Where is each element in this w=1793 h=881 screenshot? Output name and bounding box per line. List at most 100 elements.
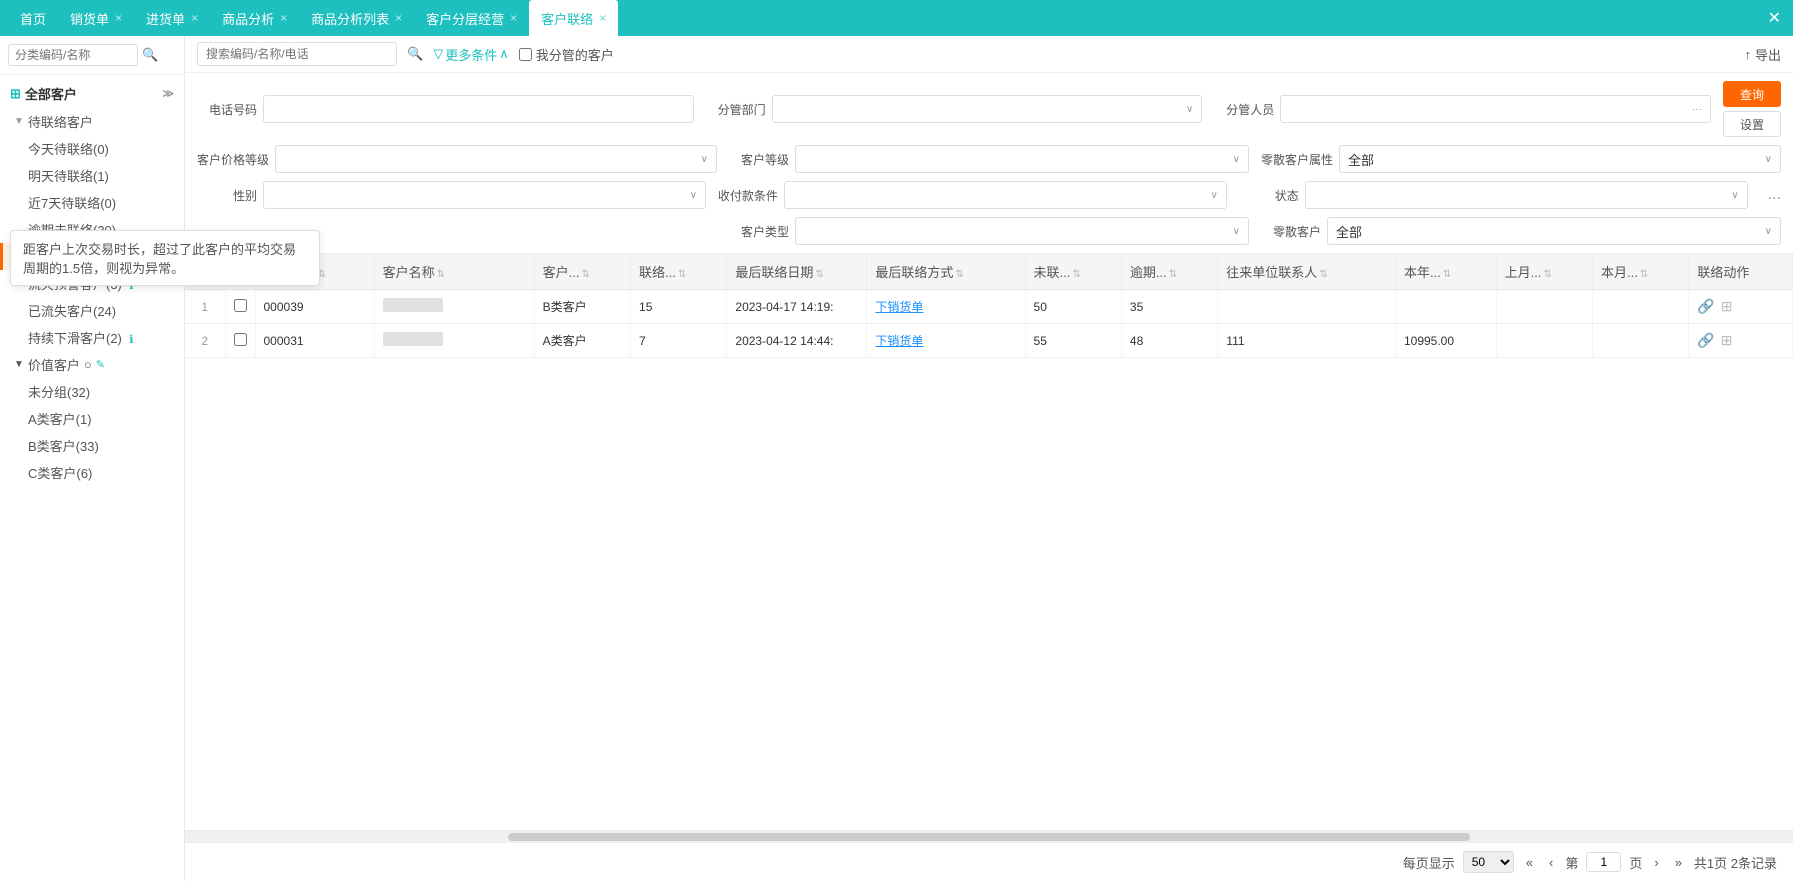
window-close-icon[interactable]: ✕ [1768,8,1781,28]
customer-level-select[interactable]: ∨ [795,145,1249,173]
circle-icon: ○ [84,357,92,372]
first-page-button[interactable]: « [1522,853,1537,872]
retail-attr-select[interactable]: 全部 ∨ [1339,145,1781,173]
last-page-button[interactable]: » [1671,853,1686,872]
person-select[interactable]: ··· [1280,95,1711,123]
sort-method-icon[interactable]: ⇅ [955,269,963,280]
my-customers-checkbox-label[interactable]: 我分管的客户 [519,45,614,64]
row-2-checkbox[interactable] [225,324,255,358]
row-2-code: 000031 [255,324,374,358]
sidebar-item-c-class[interactable]: C类客户(6) [0,459,184,486]
retail-customer-select[interactable]: 全部 ∨ [1327,217,1781,245]
nav-product-analysis-list[interactable]: 商品分析列表 × [299,0,414,36]
sidebar-item-today-pending[interactable]: 今天待联络(0) [0,135,184,162]
close-sales-order-icon[interactable]: × [115,11,122,25]
sort-overdue-icon[interactable]: ⇅ [1169,269,1177,280]
filter-more-dots[interactable]: ... [1768,186,1781,204]
gender-chevron-icon: ∨ [690,190,697,201]
row-1-last-method[interactable]: 下销货单 [867,290,1025,324]
horizontal-scrollbar[interactable] [185,830,1793,842]
col-last-contact-method: 最后联络方式⇅ [867,254,1025,290]
row-2-this-month [1592,324,1688,358]
row-2-last-method[interactable]: 下销货单 [867,324,1025,358]
sort-contact-icon[interactable]: ⇅ [678,269,686,280]
row-1-last-date: 2023-04-17 14:19: [727,290,867,324]
status-select[interactable]: ∨ [1305,181,1748,209]
sidebar-item-declining[interactable]: 持续下滑客户(2) ℹ [0,324,184,351]
row-1-checkbox[interactable] [225,290,255,324]
nav-customer-segmentation[interactable]: 客户分层经营 × [414,0,529,36]
sidebar-search-input[interactable] [8,44,138,66]
sidebar-item-a-class[interactable]: A类客户(1) [0,405,184,432]
export-button[interactable]: ↑ 导出 [1744,45,1781,64]
payment-select[interactable]: ∨ [784,181,1227,209]
price-level-select[interactable]: ∨ [275,145,717,173]
row-2-unlabeled: 55 [1025,324,1121,358]
sidebar-item-7days-pending[interactable]: 近7天待联络(0) [0,189,184,216]
row-2-actions: 🔗 ⊞ [1689,324,1793,358]
row-2-last-month [1496,324,1592,358]
query-button[interactable]: 查询 [1723,81,1781,107]
search-input[interactable] [197,42,397,66]
gender-select[interactable]: ∨ [263,181,706,209]
sort-type-icon[interactable]: ⇅ [581,269,589,280]
sidebar-item-b-class[interactable]: B类客户(33) [0,432,184,459]
sort-thismonth-icon[interactable]: ⇅ [1640,269,1648,280]
close-customer-segmentation-icon[interactable]: × [510,11,517,25]
total-records-label: 共1页 2条记录 [1694,853,1777,872]
row-1-this-month [1592,290,1688,324]
sort-thisyear-icon[interactable]: ⇅ [1443,269,1451,280]
retail-customer-label: 零散客户 [1261,223,1321,240]
row-1-select[interactable] [234,299,247,312]
row-2-link-icon[interactable]: 🔗 [1697,332,1714,349]
edit-icon[interactable]: ✎ [96,358,105,371]
row-1-customer-type: B类客户 [534,290,630,324]
phone-input[interactable] [263,95,694,123]
filter-row-3: 性别 ∨ 收付款条件 ∨ 状态 [197,181,1781,209]
my-customers-checkbox[interactable] [519,48,532,61]
scroll-thumb[interactable] [508,833,1470,841]
prev-page-button[interactable]: ‹ [1545,853,1557,872]
sidebar-value-group[interactable]: ▼ 价值客户 ○ ✎ [0,351,184,378]
close-product-analysis-list-icon[interactable]: × [395,11,402,25]
customer-type-select[interactable]: ∨ [795,217,1249,245]
sidebar-item-churned[interactable]: 已流失客户(24) [0,297,184,324]
nav-product-analysis[interactable]: 商品分析 × [210,0,299,36]
nav-home[interactable]: 首页 [8,0,58,36]
sort-lastmonth-icon[interactable]: ⇅ [1543,269,1551,280]
sidebar-item-ungroup[interactable]: 未分组(32) [0,378,184,405]
sort-name-icon[interactable]: ⇅ [437,269,445,280]
row-2-name [374,324,534,358]
sidebar-item-tomorrow-pending[interactable]: 明天待联络(1) [0,162,184,189]
dept-select[interactable]: ∨ [772,95,1203,123]
sort-unlabeled-icon[interactable]: ⇅ [1072,269,1080,280]
nav-purchase-order[interactable]: 进货单 × [134,0,210,36]
col-unlabeled: 未联...⇅ [1025,254,1121,290]
collapse-icon[interactable]: ≫ [162,87,174,100]
person-label: 分管人员 [1214,101,1274,118]
row-1-link-icon[interactable]: 🔗 [1697,298,1714,315]
search-button-icon[interactable]: 🔍 [407,46,423,62]
sort-contacts-icon[interactable]: ⇅ [1319,269,1327,280]
close-purchase-order-icon[interactable]: × [191,11,198,25]
more-conditions-button[interactable]: ▽ 更多条件 ∧ [433,45,509,64]
per-page-select[interactable]: 50 20 100 [1463,851,1514,873]
filter-customer-type-field: 客户类型 ∨ [729,217,1249,245]
row-2-grid-icon[interactable]: ⊞ [1721,332,1733,349]
close-product-analysis-icon[interactable]: × [280,11,287,25]
settings-button[interactable]: 设置 [1723,111,1781,137]
info-icon-3[interactable]: ℹ [129,334,133,346]
row-1-grid-icon[interactable]: ⊞ [1721,298,1733,315]
sidebar-all-customers[interactable]: ⊞ 全部客户 ≫ [0,79,184,108]
nav-sales-order[interactable]: 销货单 × [58,0,134,36]
row-2-select[interactable] [234,333,247,346]
nav-customer-contact[interactable]: 客户联络 × [529,0,618,36]
sidebar-search-icon[interactable]: 🔍 [142,47,158,63]
close-customer-contact-icon[interactable]: × [599,11,606,25]
chevron-down-icon: ∧ [499,46,509,62]
table-row: 2 000031 A类客户 7 2023-04-12 14:44: 下销 [185,324,1793,358]
sidebar-group-pending[interactable]: ▼ 待联络客户 [0,108,184,135]
current-page-input[interactable] [1586,852,1621,872]
next-page-button[interactable]: › [1650,853,1662,872]
sort-date-icon[interactable]: ⇅ [815,269,823,280]
